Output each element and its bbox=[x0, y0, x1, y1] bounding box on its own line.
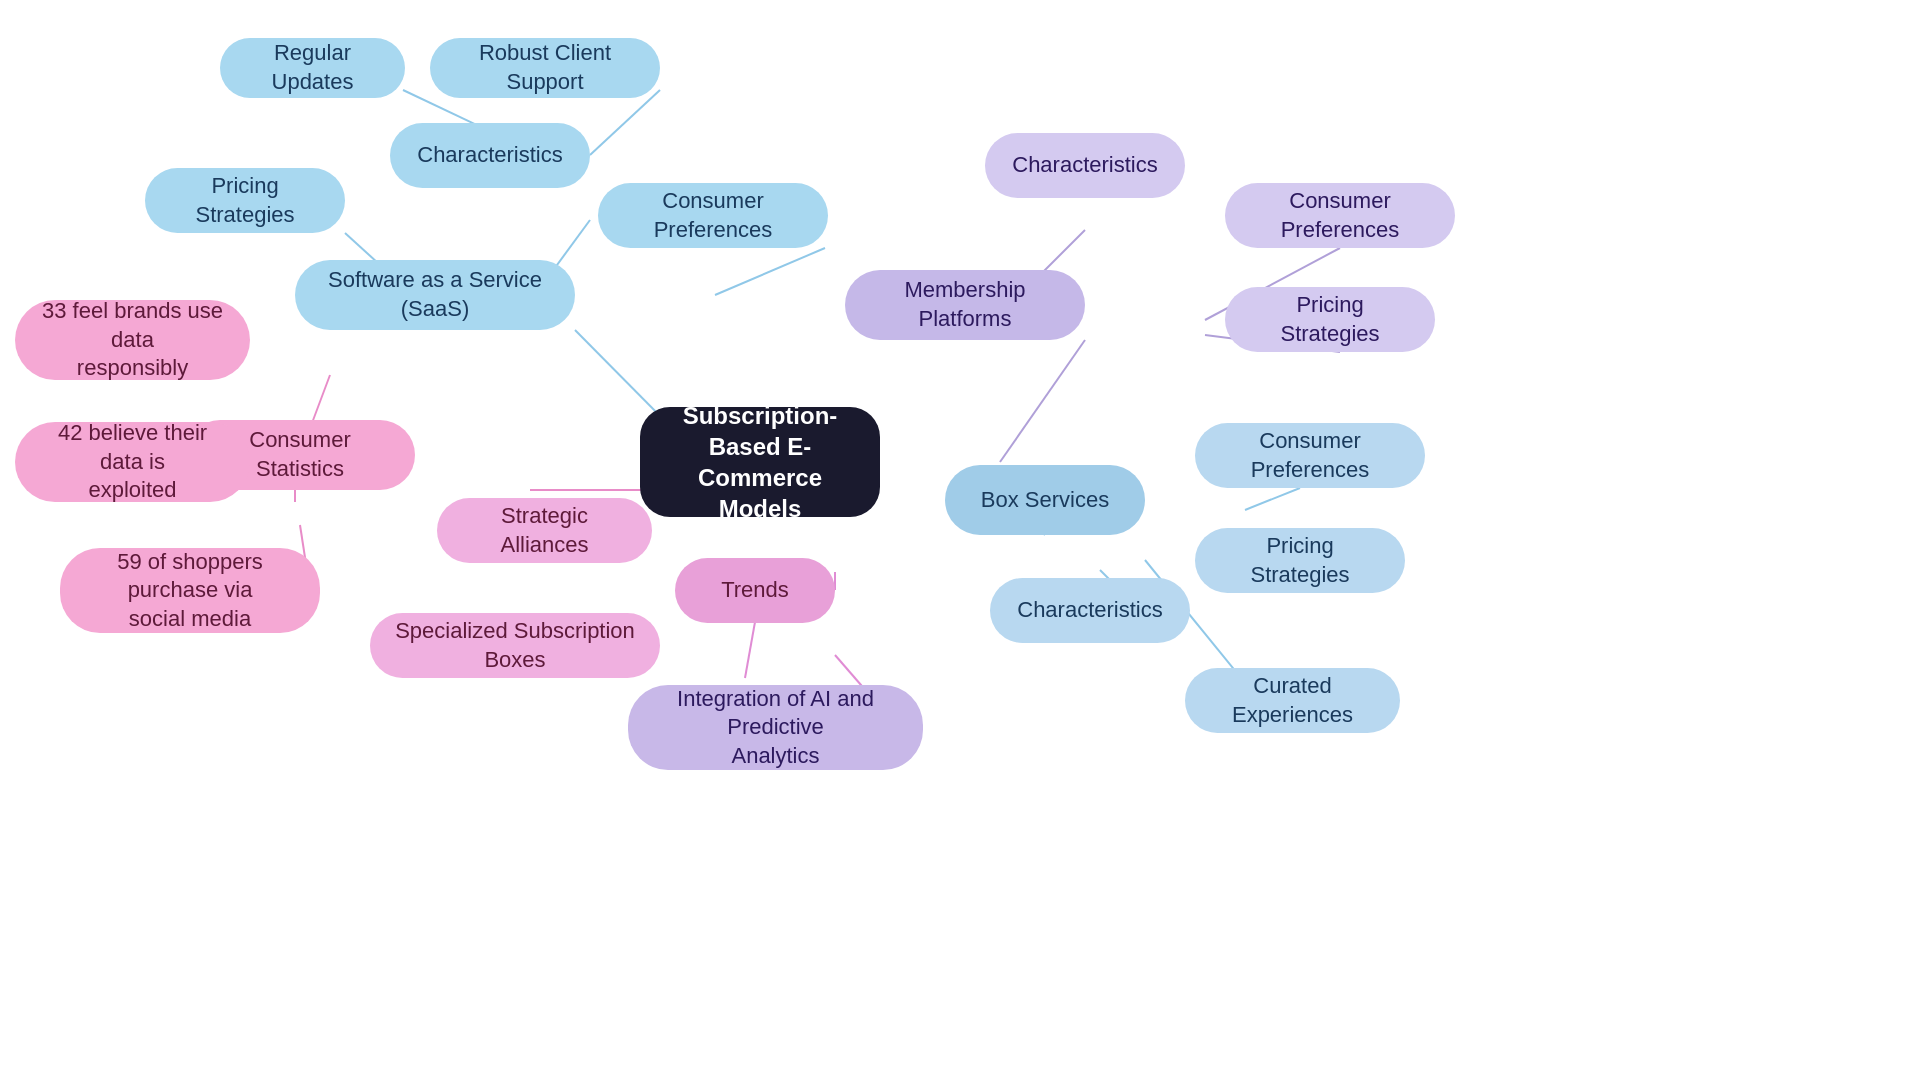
mem-char-label: Characteristics bbox=[1012, 151, 1157, 180]
stat2-node: 42 believe their data isexploited bbox=[15, 422, 250, 502]
stat3-node: 59 of shoppers purchase viasocial media bbox=[60, 548, 320, 633]
box-services-label: Box Services bbox=[981, 486, 1109, 515]
saas-pricing-node: Pricing Strategies bbox=[145, 168, 345, 233]
robust-support-node: Robust Client Support bbox=[430, 38, 660, 98]
mem-pricing-label: Pricing Strategies bbox=[1249, 291, 1411, 348]
svg-line-6 bbox=[1000, 340, 1085, 462]
curated-node: Curated Experiences bbox=[1185, 668, 1400, 733]
stat3-label: 59 of shoppers purchase viasocial media bbox=[84, 548, 296, 634]
svg-line-16 bbox=[745, 622, 755, 678]
saas-char-label: Characteristics bbox=[417, 141, 562, 170]
membership-label: Membership Platforms bbox=[869, 276, 1061, 333]
box-consumer-node: Consumer Preferences bbox=[1195, 423, 1425, 488]
mem-consumer-label: Consumer Preferences bbox=[1249, 187, 1431, 244]
curated-label: Curated Experiences bbox=[1209, 672, 1376, 729]
strategic-label: Strategic Alliances bbox=[461, 502, 628, 559]
saas-label: Software as a Service (SaaS) bbox=[319, 266, 551, 323]
trends-label: Trends bbox=[721, 576, 789, 605]
specialized-node: Specialized Subscription Boxes bbox=[370, 613, 660, 678]
integration-label: Integration of AI and PredictiveAnalytic… bbox=[652, 685, 899, 771]
mem-char-node: Characteristics bbox=[985, 133, 1185, 198]
regular-updates-label: Regular Updates bbox=[244, 39, 381, 96]
saas-pricing-label: Pricing Strategies bbox=[169, 172, 321, 229]
specialized-label: Specialized Subscription Boxes bbox=[394, 617, 636, 674]
mem-consumer-node: Consumer Preferences bbox=[1225, 183, 1455, 248]
svg-line-3 bbox=[590, 90, 660, 155]
box-char-node: Characteristics bbox=[990, 578, 1190, 643]
saas-node: Software as a Service (SaaS) bbox=[295, 260, 575, 330]
svg-line-19 bbox=[1245, 488, 1300, 510]
trends-node: Trends bbox=[675, 558, 835, 623]
box-pricing-label: Pricing Strategies bbox=[1219, 532, 1381, 589]
stat1-node: 33 feel brands use dataresponsibly bbox=[15, 300, 250, 380]
robust-support-label: Robust Client Support bbox=[454, 39, 636, 96]
box-consumer-label: Consumer Preferences bbox=[1219, 427, 1401, 484]
saas-consumer-label: Consumer Preferences bbox=[622, 187, 804, 244]
stat1-label: 33 feel brands use dataresponsibly bbox=[39, 297, 226, 383]
box-char-label: Characteristics bbox=[1017, 596, 1162, 625]
center-node: Subscription-Based E-Commerce Models bbox=[640, 407, 880, 517]
svg-line-5 bbox=[715, 248, 825, 295]
integration-node: Integration of AI and PredictiveAnalytic… bbox=[628, 685, 923, 770]
box-services-node: Box Services bbox=[945, 465, 1145, 535]
regular-updates-node: Regular Updates bbox=[220, 38, 405, 98]
center-label: Subscription-Based E-Commerce Models bbox=[664, 400, 856, 525]
stat2-label: 42 believe their data isexploited bbox=[39, 419, 226, 505]
mem-pricing-node: Pricing Strategies bbox=[1225, 287, 1435, 352]
saas-char-node: Characteristics bbox=[390, 123, 590, 188]
saas-consumer-node: Consumer Preferences bbox=[598, 183, 828, 248]
box-pricing-node: Pricing Strategies bbox=[1195, 528, 1405, 593]
strategic-node: Strategic Alliances bbox=[437, 498, 652, 563]
membership-node: Membership Platforms bbox=[845, 270, 1085, 340]
